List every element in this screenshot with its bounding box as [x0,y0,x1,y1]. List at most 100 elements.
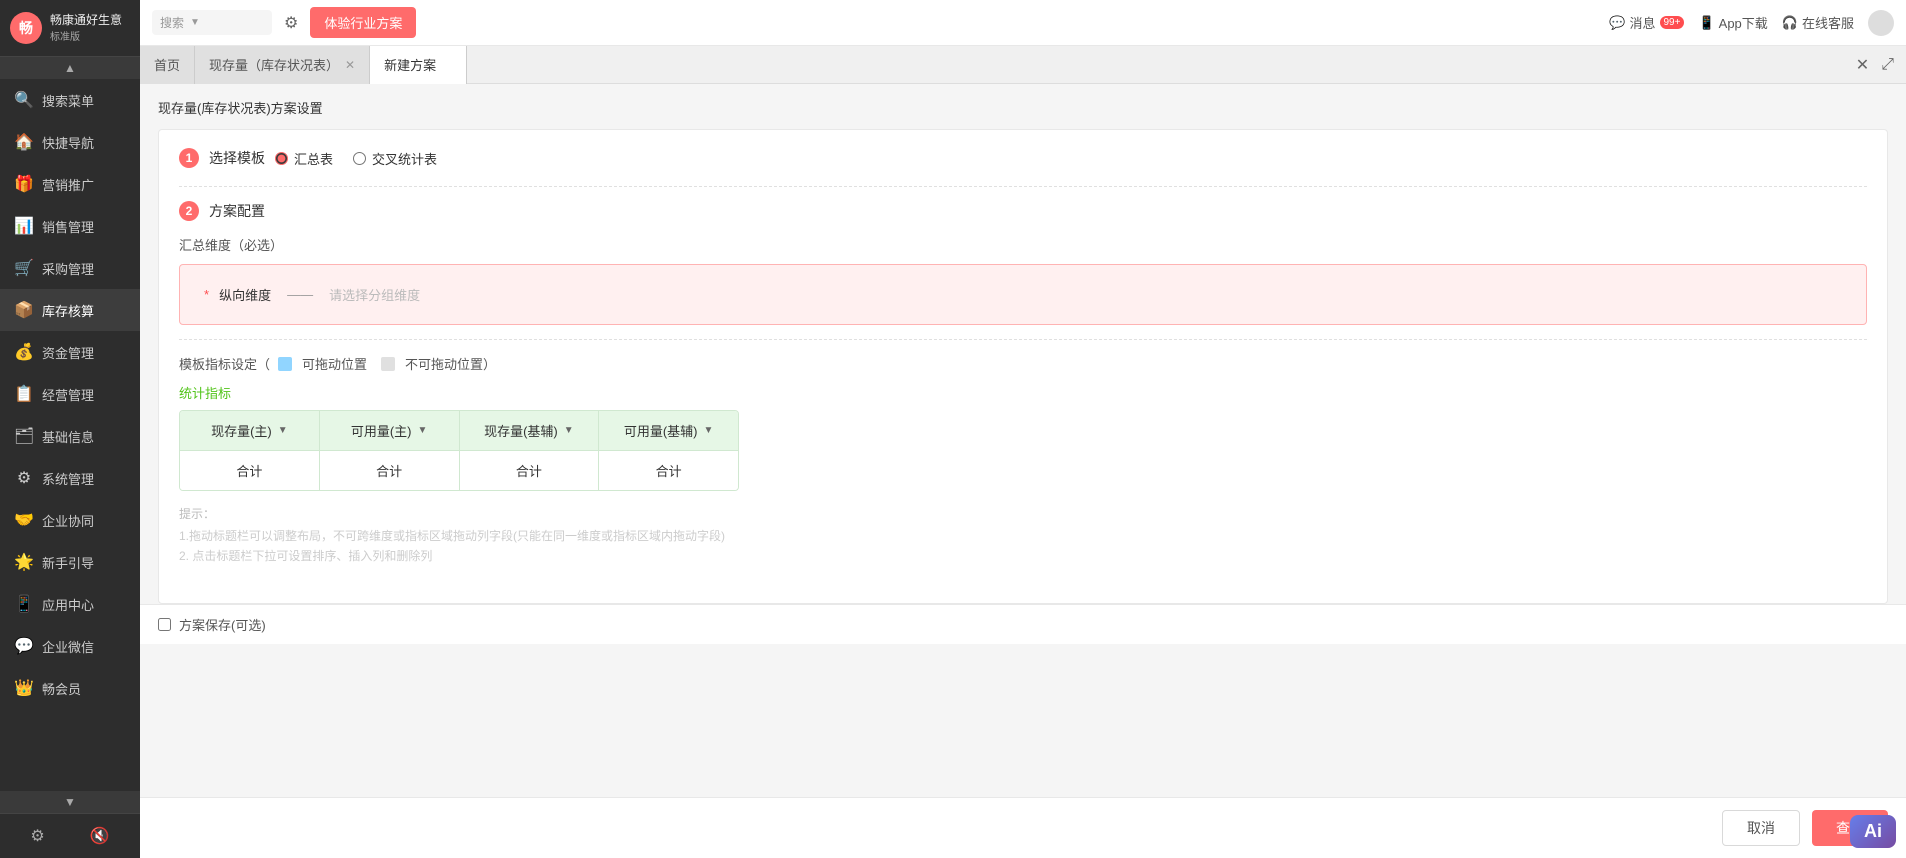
non-draggable-badge-icon [381,357,395,371]
save-checkbox[interactable] [158,618,171,631]
sidebar-item-label: 新手引导 [42,553,94,572]
non-draggable-badge-label: 不可拖动位置） [405,354,496,373]
hint-item-1: 1.拖动标题栏可以调整布局，不可跨维度或指标区域拖动列字段(只能在同一维度或指标… [179,526,1867,546]
sidebar-item-inventory[interactable]: 📦 库存核算 [0,289,140,331]
sidebar-item-basic[interactable]: 🗂 基础信息 [0,415,140,457]
sidebar-mute-button[interactable]: 🔇 [82,822,118,850]
folder-icon: 🗂 [14,426,34,446]
col-4-dropdown-icon[interactable]: ▼ [704,425,714,436]
sidebar-item-label: 畅会员 [42,679,81,698]
radio-summary-input[interactable] [275,152,288,165]
sidebar-item-label: 企业微信 [42,637,94,656]
step2-title: 方案配置 [209,201,265,221]
tab-home[interactable]: 首页 [140,46,195,84]
indicator-settings-label: 模板指标设定（ 可拖动位置 不可拖动位置） [179,354,1867,373]
tab-inventory-label: 现存量（库存状况表） [209,55,339,74]
sidebar-item-contract[interactable]: 🤝 企业协同 [0,499,140,541]
sidebar-item-finance[interactable]: 💰 资金管理 [0,331,140,373]
ai-badge[interactable]: Ai [1850,815,1896,848]
tab-inventory-status[interactable]: 现存量（库存状况表） ✕ [195,46,370,84]
user-avatar[interactable] [1868,10,1894,36]
app-download-icon: 📱 [1698,15,1714,31]
stats-cell-1-2: 合计 [320,450,460,490]
tab-new-plan-close-icon[interactable]: ✕ [442,58,452,72]
app-name: 畅康通好生意 [50,13,122,29]
tab-new-plan[interactable]: 新建方案 ✕ [370,46,467,84]
app-logo-icon: 畅 [10,12,42,44]
sidebar-item-quicknav[interactable]: 🏠 快捷导航 [0,121,140,163]
gear-icon: ⚙ [14,468,34,488]
stats-col-1-header: 现存量(主) ▼ [180,411,320,450]
service-icon: 🎧 [1782,15,1798,31]
sidebar-item-system[interactable]: ⚙ 系统管理 [0,457,140,499]
stats-col-2-header: 可用量(主) ▼ [320,411,460,450]
sidebar-item-marketing[interactable]: 🎁 营销推广 [0,163,140,205]
col-2-dropdown-icon[interactable]: ▼ [418,425,428,436]
sidebar-item-label: 销售管理 [42,217,94,236]
hint-item-2: 2. 点击标题栏下拉可设置排序、插入列和删除列 [179,546,1867,566]
alert-box: * 纵向维度 —— 请选择分组维度 [179,264,1867,325]
app-edition: 标准版 [50,28,122,43]
trial-button[interactable]: 体验行业方案 [310,7,416,38]
sidebar-item-wxwork[interactable]: 💬 企业微信 [0,625,140,667]
step2-num: 2 [179,201,199,221]
step2-section: 2 方案配置 汇总维度（必选） * 纵向维度 —— 请选择分组维度 模 [179,201,1867,567]
sidebar-item-appcenter[interactable]: 📱 应用中心 [0,583,140,625]
radio-cross-input[interactable] [353,152,366,165]
sidebar-scroll-up[interactable]: ▲ [0,57,140,79]
handshake-icon: 🤝 [14,510,34,530]
tab-new-plan-label: 新建方案 [384,55,436,74]
app-download-button[interactable]: 📱 App下载 [1698,13,1767,32]
online-service-button[interactable]: 🎧 在线客服 [1782,13,1854,32]
sidebar-item-purchase[interactable]: 🛒 采购管理 [0,247,140,289]
col-1-dropdown-icon[interactable]: ▼ [278,425,288,436]
sidebar-item-operation[interactable]: 📋 经营管理 [0,373,140,415]
home-icon: 🏠 [14,132,34,152]
save-section: 方案保存(可选) [140,604,1906,644]
stats-table-header: 现存量(主) ▼ 可用量(主) ▼ 现存量(基辅) ▼ [180,411,738,450]
radio-cross[interactable]: 交叉统计表 [353,149,437,168]
sidebar-item-label: 快捷导航 [42,133,94,152]
box-icon: 📦 [14,300,34,320]
stats-section: 统计指标 现存量(主) ▼ 可用量(主) ▼ [179,383,1867,491]
step2-header: 2 方案配置 [179,201,1867,221]
alert-row: * 纵向维度 —— 请选择分组维度 [204,285,1842,304]
tabbar-actions: ✕ ⤢ [1852,51,1906,79]
sidebar-scroll-down[interactable]: ▼ [0,791,140,813]
close-tab-button[interactable]: ✕ [1852,51,1873,79]
indicator-settings-text: 模板指标设定（ [179,354,270,373]
topbar-right: 💬 消息 99+ 📱 App下载 🎧 在线客服 [1609,10,1894,36]
sidebar-item-label: 经营管理 [42,385,94,404]
template-radio-group: 汇总表 交叉统计表 [275,149,437,168]
sidebar-item-label: 采购管理 [42,259,94,278]
summary-label: 汇总维度（必选） [179,235,1867,254]
chart-icon: 📊 [14,216,34,236]
tabbar: 首页 现存量（库存状况表） ✕ 新建方案 ✕ ✕ ⤢ [140,46,1906,84]
draggable-badge-label: 可拖动位置 [302,354,367,373]
sidebar-item-newguide[interactable]: 🌟 新手引导 [0,541,140,583]
topbar-search-area[interactable]: 搜索 ▼ [152,10,272,35]
sidebar-settings-button[interactable]: ⚙ [22,822,52,850]
radio-summary[interactable]: 汇总表 [275,149,333,168]
topbar: 搜索 ▼ ⚙ 体验行业方案 💬 消息 99+ 📱 App下载 🎧 在线客服 [140,0,1906,46]
message-label: 消息 [1629,13,1655,32]
required-mark: * [204,287,209,302]
hint-section: 提示： 1.拖动标题栏可以调整布局，不可跨维度或指标区域拖动列字段(只能在同一维… [179,505,1867,567]
stats-cell-1-1: 合计 [180,450,320,490]
main-panel: 1 选择模板 汇总表 交叉统计表 [158,129,1888,604]
clipboard-icon: 📋 [14,384,34,404]
sidebar-item-label: 系统管理 [42,469,94,488]
expand-button[interactable]: ⤢ [1877,52,1898,78]
col-3-dropdown-icon[interactable]: ▼ [564,425,574,436]
topbar-gear-icon[interactable]: ⚙ [284,13,298,33]
sidebar-item-member[interactable]: 👑 畅会员 [0,667,140,709]
tab-inventory-close-icon[interactable]: ✕ [345,58,355,72]
sidebar: 畅 畅康通好生意 标准版 ▲ 🔍 搜索菜单 🏠 快捷导航 🎁 营销推广 📊 销售… [0,0,140,858]
stats-table-body: 合计 合计 合计 合计 [180,450,738,490]
sidebar-item-label: 企业协同 [42,511,94,530]
divider-2 [179,339,1867,340]
message-button[interactable]: 💬 消息 99+ [1609,13,1684,32]
cancel-button[interactable]: 取消 [1722,810,1800,846]
sidebar-item-search[interactable]: 🔍 搜索菜单 [0,79,140,121]
sidebar-item-sales[interactable]: 📊 销售管理 [0,205,140,247]
